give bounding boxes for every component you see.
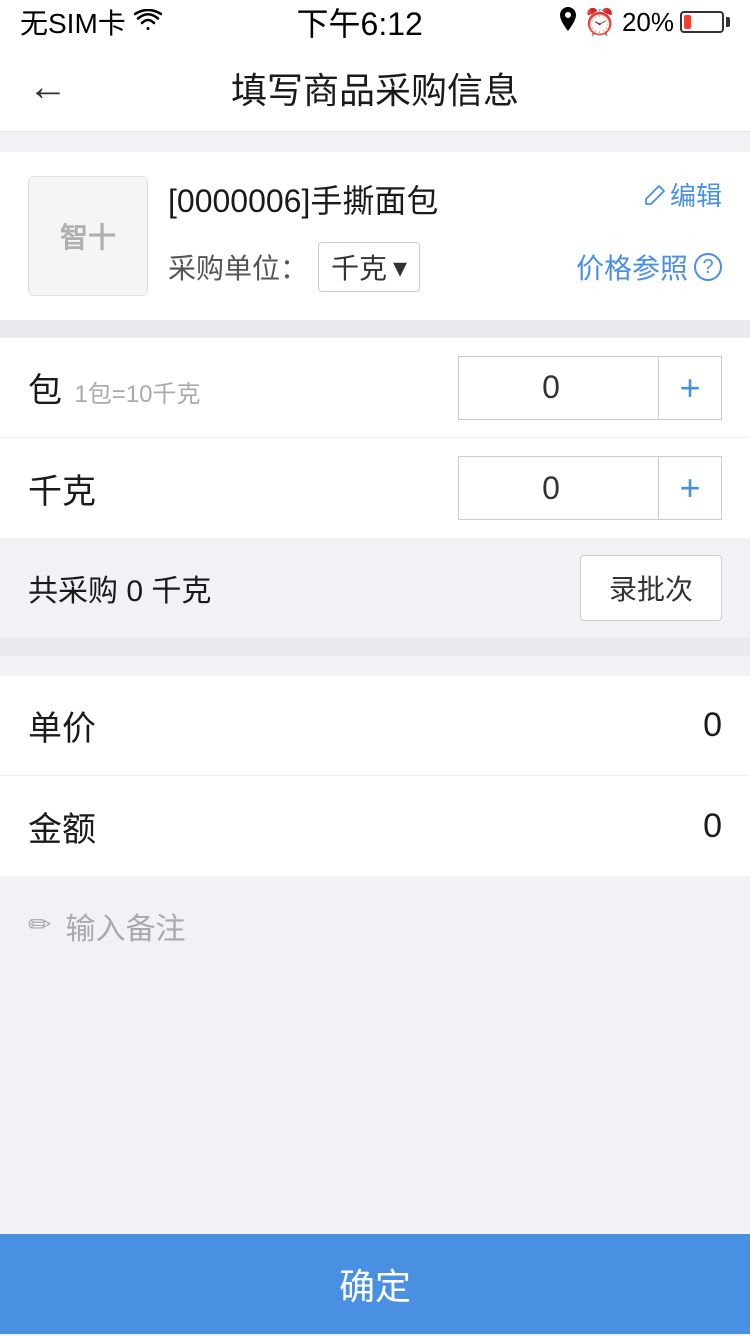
unit-price-value: 0 [703, 706, 722, 745]
amount-row: 金额 0 [0, 776, 750, 876]
notes-placeholder: 输入备注 [65, 904, 185, 948]
kg-label: 千克 [28, 473, 96, 511]
bag-sublabel: 1包=10千克 [74, 381, 200, 408]
wifi-icon [134, 6, 162, 38]
product-name: [0000006]手撕面包 [168, 176, 438, 222]
pencil-icon: ✏ [28, 908, 51, 941]
kg-quantity-input[interactable] [458, 456, 658, 520]
edit-label: 编辑 [670, 176, 722, 213]
unit-select[interactable]: 千克 ▾ [318, 242, 420, 292]
kg-plus-button[interactable]: + [658, 456, 722, 520]
unit-label: 采购单位： [168, 247, 308, 287]
notes-section[interactable]: ✏ 输入备注 [0, 876, 750, 996]
thumbnail-text: 智十 [60, 216, 116, 256]
amount-label: 金额 [28, 802, 96, 851]
separator-top [0, 132, 750, 152]
bag-label-group: 包 1包=10千克 [28, 363, 201, 412]
bag-input-group: + [458, 356, 722, 420]
info-icon: ? [694, 253, 722, 281]
kg-quantity-row: 千克 + [0, 438, 750, 538]
unit-selector[interactable]: 采购单位： 千克 ▾ [168, 242, 420, 292]
total-label: 共采购 0 千克 [28, 566, 211, 610]
unit-value: 千克 [331, 247, 387, 287]
nav-bar: ← 填写商品采购信息 [0, 44, 750, 132]
back-button[interactable]: ← [28, 65, 68, 110]
bag-plus-button[interactable]: + [658, 356, 722, 420]
bag-label: 包 [28, 372, 62, 410]
section-divider-1 [0, 320, 750, 338]
section-divider-2 [0, 638, 750, 656]
kg-input-group: + [458, 456, 722, 520]
battery-percent: 20% [622, 7, 674, 38]
product-thumbnail: 智十 [28, 176, 148, 296]
unit-price-row: 单价 0 [0, 676, 750, 776]
battery-icon [680, 11, 730, 33]
record-batch-button[interactable]: 录批次 [580, 555, 722, 621]
total-row: 共采购 0 千克 录批次 [0, 538, 750, 638]
alarm-icon: ⏰ [584, 7, 616, 38]
page-title: 填写商品采购信息 [231, 62, 519, 114]
product-header: [0000006]手撕面包 编辑 [168, 176, 722, 222]
status-right: ⏰ 20% [558, 7, 730, 38]
quantity-section: 包 1包=10千克 + 千克 + [0, 338, 750, 538]
bag-quantity-row: 包 1包=10千克 + [0, 338, 750, 438]
bag-quantity-input[interactable] [458, 356, 658, 420]
product-unit-row: 采购单位： 千克 ▾ 价格参照 ? [168, 242, 722, 292]
chevron-down-icon: ▾ [393, 251, 407, 284]
status-bar: 无SIM卡 下午6:12 ⏰ 20% [0, 0, 750, 44]
product-card: 智十 [0000006]手撕面包 编辑 采购单位： 千克 ▾ 价格参照 ? [0, 152, 750, 320]
price-section: 单价 0 金额 0 [0, 676, 750, 876]
amount-value: 0 [703, 807, 722, 846]
unit-price-label: 单价 [28, 701, 96, 750]
product-info: [0000006]手撕面包 编辑 采购单位： 千克 ▾ 价格参照 ? [168, 176, 722, 292]
price-ref-label: 价格参照 [576, 247, 688, 287]
status-time: 下午6:12 [297, 0, 423, 45]
edit-button[interactable]: 编辑 [644, 176, 722, 213]
status-left: 无SIM卡 [20, 2, 162, 42]
confirm-button[interactable]: 确定 [0, 1234, 750, 1334]
price-ref-button[interactable]: 价格参照 ? [576, 247, 722, 287]
sim-text: 无SIM卡 [20, 2, 126, 42]
location-icon [558, 7, 578, 38]
kg-label-group: 千克 [28, 464, 96, 513]
